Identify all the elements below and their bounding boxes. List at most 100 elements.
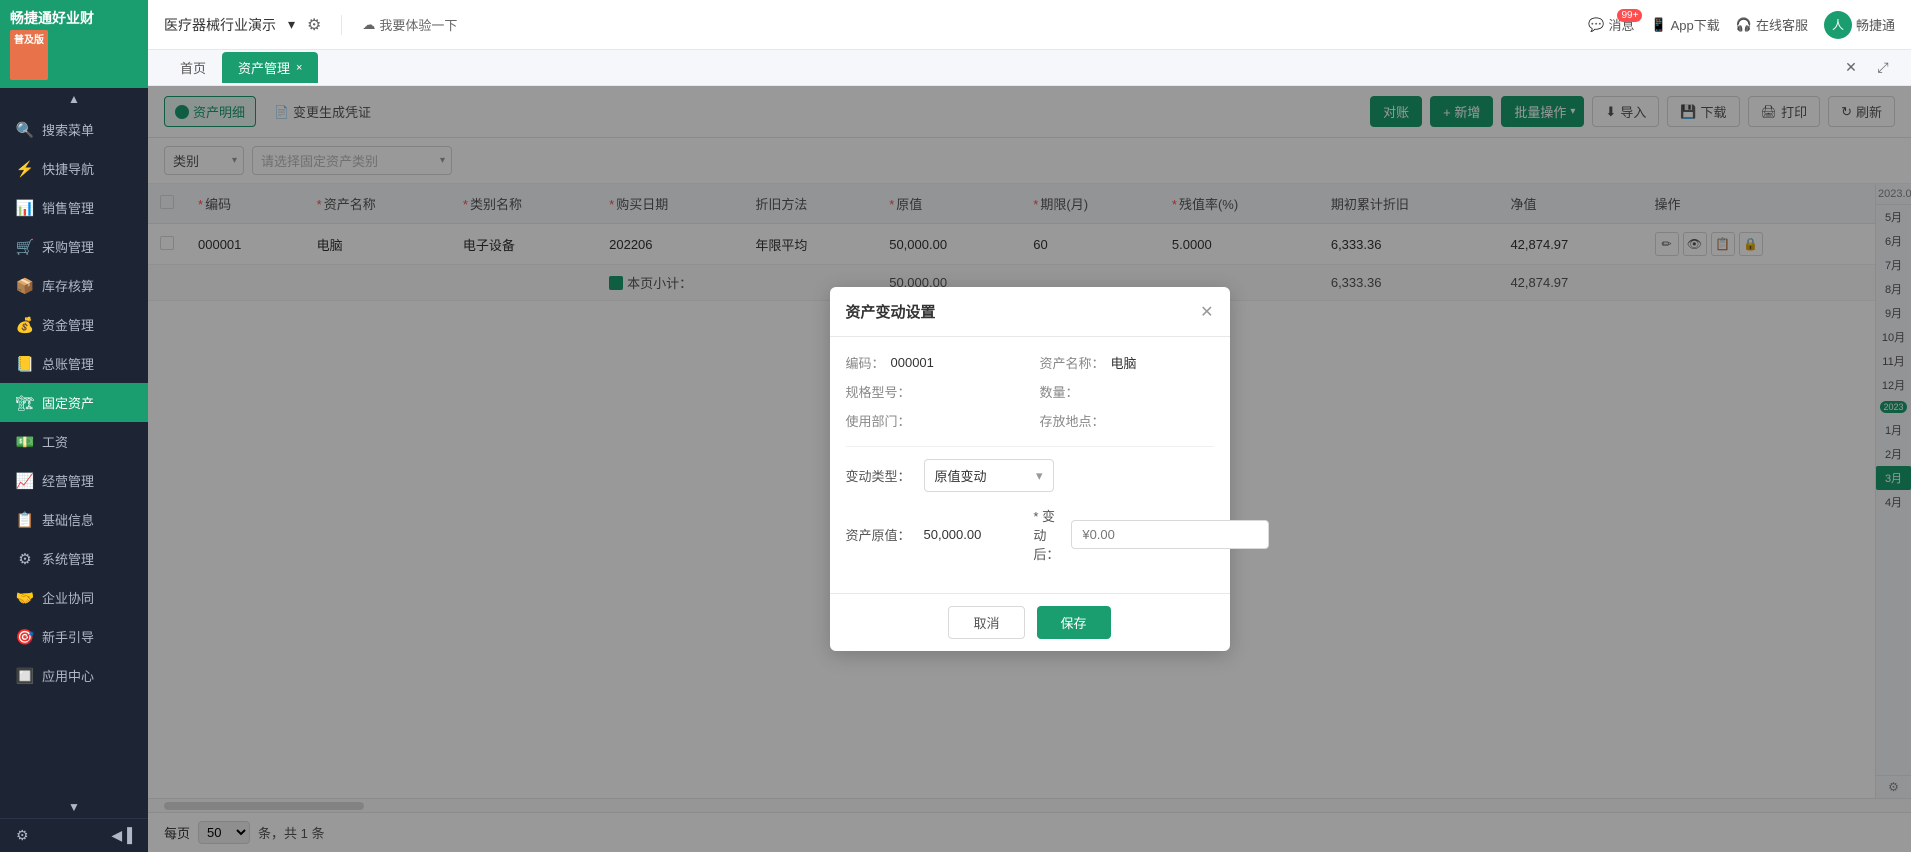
system-icon: ⚙ <box>16 550 34 568</box>
sidebar: 畅捷通好业财 普及版 ▲ 🔍 搜索菜单 ⚡ 快捷导航 📊 销售管理 🛒 采购管理… <box>0 0 148 852</box>
sidebar-item-sales[interactable]: 📊 销售管理 <box>0 188 148 227</box>
ledger-icon: 📒 <box>16 355 34 373</box>
sidebar-item-label: 资金管理 <box>42 315 94 334</box>
sidebar-item-label: 搜索菜单 <box>42 120 94 139</box>
modal-original-value-field: 资产原值： 50,000.00 * 变动后： <box>846 506 1214 563</box>
topbar: 医疗器械行业演示 ▾ ⚙ ☁ 我要体验一下 💬 消息 99+ 📱 App下载 🎧… <box>148 0 1911 50</box>
window-expand-btn[interactable]: ⤢ <box>1871 56 1895 80</box>
sidebar-bottom: ⚙ ◀▐ <box>0 818 148 852</box>
sidebar-item-label: 库存核算 <box>42 276 94 295</box>
modal-footer: 取消 保存 <box>830 593 1230 651</box>
user-avatar-btn[interactable]: 人 畅捷通 <box>1824 11 1895 39</box>
settings-gear-icon[interactable]: ⚙ <box>307 15 321 35</box>
modal-title: 资产变动设置 <box>846 301 936 322</box>
modal-change-type-field: 变动类型： 原值变动 ▾ <box>846 459 1214 492</box>
save-button[interactable]: 保存 <box>1037 606 1111 639</box>
sidebar-item-inventory[interactable]: 📦 库存核算 <box>0 266 148 305</box>
modal-info-dept: 使用部门： <box>846 411 1020 430</box>
guide-icon: 🎯 <box>16 628 34 646</box>
tab-asset-management[interactable]: 资产管理 × <box>222 52 318 83</box>
sidebar-item-ledger[interactable]: 📒 总账管理 <box>0 344 148 383</box>
app-center-icon: 🔲 <box>16 667 34 685</box>
modal-info-code: 编码： 000001 <box>846 353 1020 372</box>
base-info-icon: 📋 <box>16 511 34 529</box>
content-area: 资产明细 📄 变更生成凭证 对账 + 新增 批量操作 ▾ ⬇ <box>148 86 1911 852</box>
avatar: 人 <box>1824 11 1852 39</box>
app-name: 畅捷通好业财 <box>10 8 94 28</box>
operations-icon: 📈 <box>16 472 34 490</box>
sidebar-nav: 🔍 搜索菜单 ⚡ 快捷导航 📊 销售管理 🛒 采购管理 📦 库存核算 💰 资金管… <box>0 110 148 796</box>
sidebar-item-base-info[interactable]: 📋 基础信息 <box>0 500 148 539</box>
after-change-input[interactable] <box>1071 520 1269 549</box>
sidebar-item-guide[interactable]: 🎯 新手引导 <box>0 617 148 656</box>
sales-icon: 📊 <box>16 199 34 217</box>
sidebar-item-label: 总账管理 <box>42 354 94 373</box>
online-service-btn[interactable]: 🎧 在线客服 <box>1736 15 1808 34</box>
sidebar-item-label: 应用中心 <box>42 666 94 685</box>
modal-overlay: 资产变动设置 ✕ 编码： 000001 资产名称： 电脑 <box>148 86 1911 852</box>
company-name: 医疗器械行业演示 <box>164 15 276 35</box>
modal-divider <box>846 446 1214 447</box>
sidebar-item-fixed-assets[interactable]: 🏗 固定资产 <box>0 383 148 422</box>
topbar-right: 💬 消息 99+ 📱 App下载 🎧 在线客服 人 畅捷通 <box>1588 11 1895 39</box>
headset-icon: 🎧 <box>1736 17 1752 33</box>
sidebar-item-purchase[interactable]: 🛒 采购管理 <box>0 227 148 266</box>
cancel-button[interactable]: 取消 <box>948 606 1024 639</box>
sidebar-item-label: 新手引导 <box>42 627 94 646</box>
change-type-select[interactable]: 原值变动 ▾ <box>924 459 1054 492</box>
sidebar-item-label: 采购管理 <box>42 237 94 256</box>
modal-close-btn[interactable]: ✕ <box>1200 302 1213 322</box>
quicknav-icon: ⚡ <box>16 160 34 178</box>
app-download-btn[interactable]: 📱 App下载 <box>1650 15 1719 34</box>
cloud-icon: ☁ <box>362 17 375 33</box>
sidebar-item-label: 经营管理 <box>42 471 94 490</box>
tab-close-icon[interactable]: × <box>296 62 302 74</box>
sidebar-item-enterprise[interactable]: 🤝 企业协同 <box>0 578 148 617</box>
fixed-assets-icon: 🏗 <box>16 394 34 412</box>
sidebar-scroll-down[interactable]: ▼ <box>0 796 148 818</box>
sidebar-item-finance[interactable]: 💰 资金管理 <box>0 305 148 344</box>
sidebar-item-payroll[interactable]: 💵 工资 <box>0 422 148 461</box>
sidebar-item-label: 系统管理 <box>42 549 94 568</box>
phone-icon: 📱 <box>1650 17 1666 33</box>
company-dropdown-icon[interactable]: ▾ <box>288 16 295 33</box>
enterprise-icon: 🤝 <box>16 589 34 607</box>
message-btn[interactable]: 💬 消息 99+ <box>1588 15 1634 34</box>
sidebar-item-label: 基础信息 <box>42 510 94 529</box>
purchase-icon: 🛒 <box>16 238 34 256</box>
sidebar-item-label: 销售管理 <box>42 198 94 217</box>
modal-info-quantity: 数量： <box>1040 382 1214 401</box>
sidebar-item-search[interactable]: 🔍 搜索菜单 <box>0 110 148 149</box>
message-icon: 💬 <box>1588 17 1604 33</box>
modal-info-asset-name: 资产名称： 电脑 <box>1040 353 1214 372</box>
search-icon: 🔍 <box>16 121 34 139</box>
collapse-icon[interactable]: ◀▐ <box>111 827 132 844</box>
finance-icon: 💰 <box>16 316 34 334</box>
settings-icon[interactable]: ⚙ <box>16 827 29 844</box>
window-controls: ✕ ⤢ <box>1839 56 1895 80</box>
modal-info-spec: 规格型号： <box>846 382 1020 401</box>
sidebar-item-label: 工资 <box>42 432 68 451</box>
tab-bar: 首页 资产管理 × ✕ ⤢ <box>148 50 1911 86</box>
modal-info-location: 存放地点： <box>1040 411 1214 430</box>
inventory-icon: 📦 <box>16 277 34 295</box>
modal-header: 资产变动设置 ✕ <box>830 287 1230 337</box>
sidebar-item-quick-nav[interactable]: ⚡ 快捷导航 <box>0 149 148 188</box>
tab-home[interactable]: 首页 <box>164 52 222 83</box>
topbar-divider <box>341 15 342 35</box>
app-edition: 普及版 <box>10 30 48 80</box>
sidebar-item-system[interactable]: ⚙ 系统管理 <box>0 539 148 578</box>
sidebar-item-operations[interactable]: 📈 经营管理 <box>0 461 148 500</box>
sidebar-item-label: 快捷导航 <box>42 159 94 178</box>
experience-btn[interactable]: ☁ 我要体验一下 <box>362 15 457 34</box>
sidebar-item-app-center[interactable]: 🔲 应用中心 <box>0 656 148 695</box>
asset-change-modal: 资产变动设置 ✕ 编码： 000001 资产名称： 电脑 <box>830 287 1230 651</box>
sidebar-logo: 畅捷通好业财 普及版 <box>0 0 148 88</box>
sidebar-item-label: 固定资产 <box>42 393 94 412</box>
main-area: 医疗器械行业演示 ▾ ⚙ ☁ 我要体验一下 💬 消息 99+ 📱 App下载 🎧… <box>148 0 1911 852</box>
sidebar-scroll-up[interactable]: ▲ <box>0 88 148 110</box>
sidebar-item-label: 企业协同 <box>42 588 94 607</box>
change-type-chevron-icon: ▾ <box>1036 468 1043 484</box>
window-close-btn[interactable]: ✕ <box>1839 56 1863 80</box>
original-value-display: 50,000.00 <box>924 521 992 548</box>
